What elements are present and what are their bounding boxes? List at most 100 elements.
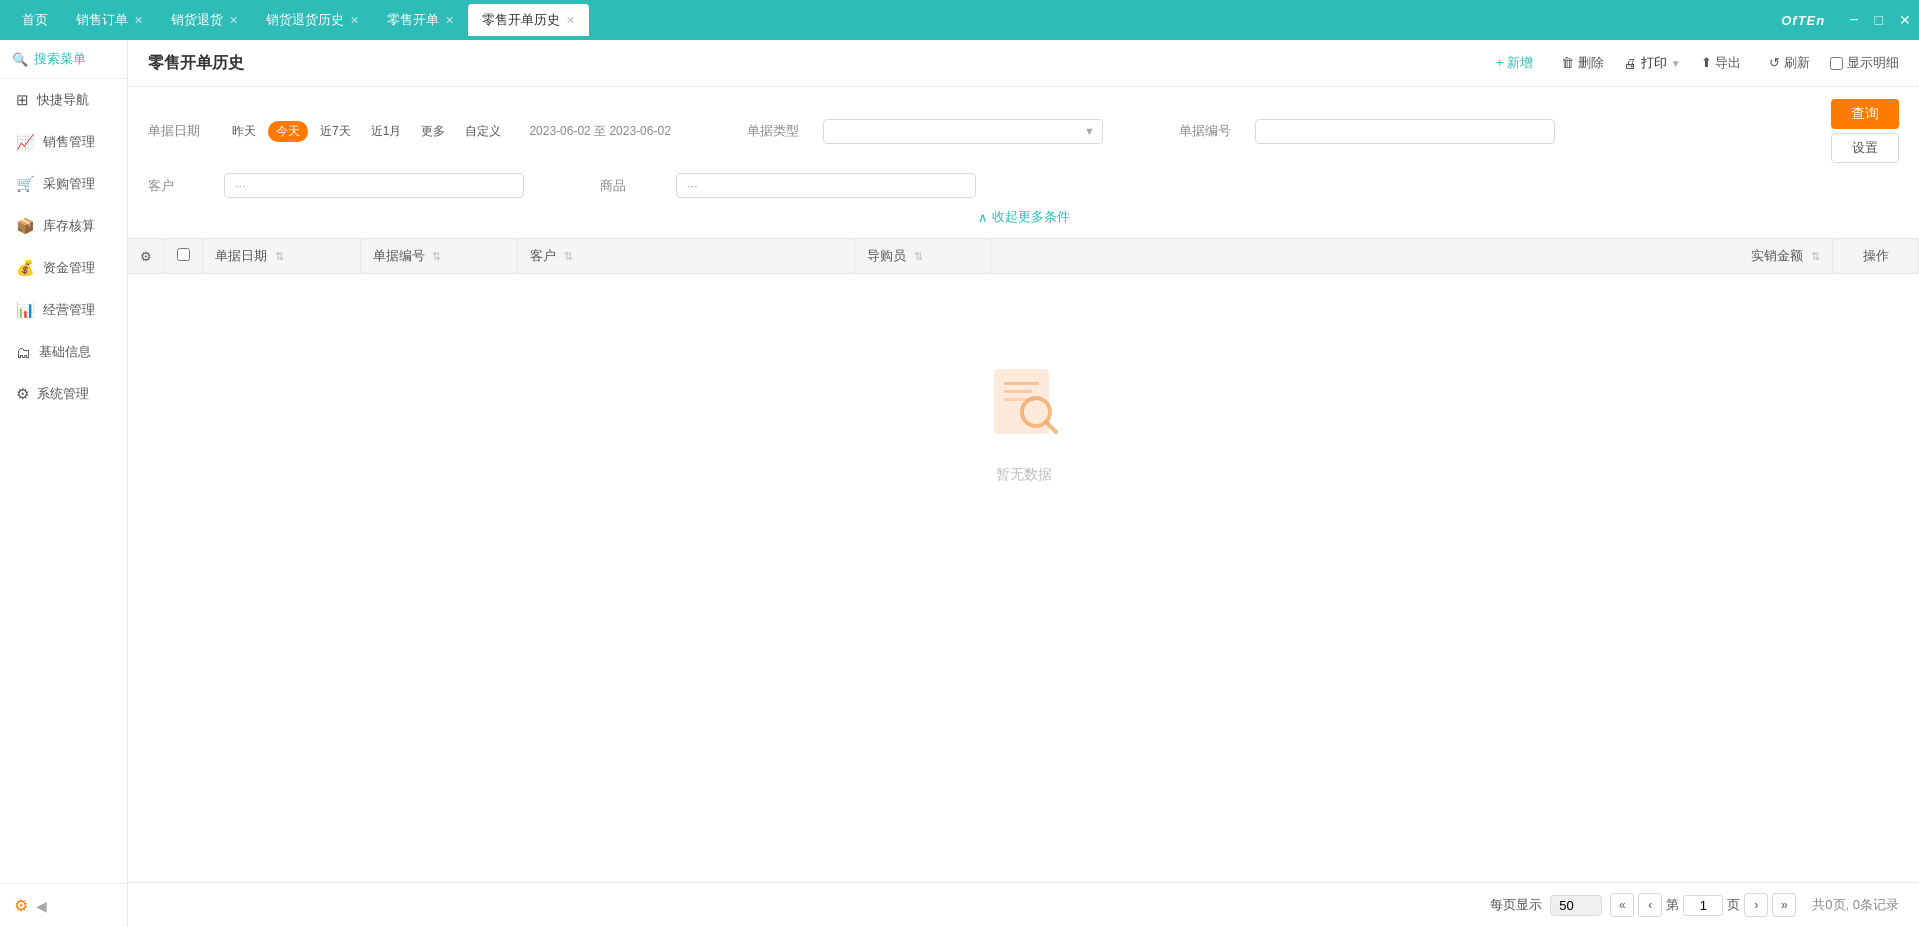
customer-filter-input[interactable]: ··· (224, 173, 524, 198)
next-page-button[interactable]: › (1744, 893, 1768, 917)
sort-date-icon: ⇅ (275, 250, 284, 262)
last-page-button[interactable]: » (1772, 893, 1796, 917)
first-page-button[interactable]: « (1610, 893, 1634, 917)
query-button[interactable]: 查询 (1831, 99, 1899, 129)
page-number-input[interactable] (1683, 895, 1723, 916)
sidebar-settings-icon[interactable]: ⚙ (14, 896, 28, 915)
tab-sales-return-history[interactable]: 销货退货历史 ✕ (252, 4, 373, 36)
window-min-btn[interactable]: − (1849, 12, 1858, 28)
close-sales-order-icon[interactable]: ✕ (134, 14, 143, 27)
type-select[interactable] (823, 119, 1103, 144)
date-filter-label: 单据日期 (148, 122, 208, 140)
page-suffix: 页 (1727, 896, 1740, 914)
th-number[interactable]: 单据编号 ⇅ (360, 239, 518, 274)
settings-button[interactable]: 设置 (1831, 133, 1899, 163)
export-button[interactable]: ⬆ 导出 (1693, 50, 1750, 76)
prev-page-button[interactable]: ‹ (1638, 893, 1662, 917)
sidebar-item-finance[interactable]: 💰 资金管理 (0, 247, 127, 289)
tab-retail-open-history[interactable]: 零售开单历史 ✕ (468, 4, 589, 36)
close-retail-open-icon[interactable]: ✕ (445, 14, 454, 27)
sidebar-item-inventory[interactable]: 📦 库存核算 (0, 205, 127, 247)
sidebar-item-label-quick-nav: 快捷导航 (37, 91, 89, 109)
th-number-label: 单据编号 (373, 248, 425, 263)
data-table: ⚙ 单据日期 ⇅ 单据编号 ⇅ (128, 239, 1919, 274)
sort-customer-icon: ⇅ (564, 250, 573, 262)
sidebar-item-purchase-mgmt[interactable]: 🛒 采购管理 (0, 163, 127, 205)
table-settings-header[interactable]: ⚙ (128, 239, 165, 274)
th-date[interactable]: 单据日期 ⇅ (203, 239, 361, 274)
query-buttons: 查询 设置 (1831, 99, 1899, 163)
tab-sales-order[interactable]: 销售订单 ✕ (62, 4, 157, 36)
date-btn-today[interactable]: 今天 (268, 121, 308, 142)
main-layout: 🔍 搜索菜单 ⊞ 快捷导航 📈 销售管理 🛒 采购管理 📦 库存核算 💰 资金管… (0, 40, 1919, 927)
table-settings-icon[interactable]: ⚙ (140, 249, 152, 264)
sidebar-item-operations[interactable]: 📊 经营管理 (0, 289, 127, 331)
th-customer[interactable]: 客户 ⇅ (518, 239, 855, 274)
per-page-label: 每页显示 (1490, 896, 1542, 914)
retail-open-history-label: 零售开单历史 (482, 11, 560, 29)
number-filter-input[interactable] (1255, 119, 1555, 144)
table-header-row: ⚙ 单据日期 ⇅ 单据编号 ⇅ (128, 239, 1919, 274)
tab-sales-return[interactable]: 销货退货 ✕ (157, 4, 252, 36)
product-filter-input[interactable]: ··· (676, 173, 976, 198)
display-detail-toggle[interactable]: 显示明细 (1830, 54, 1899, 72)
date-btn-custom[interactable]: 自定义 (457, 121, 509, 142)
th-date-label: 单据日期 (215, 248, 267, 263)
select-all-checkbox[interactable] (177, 248, 190, 261)
top-right-controls: OfTEn − □ ✕ (1781, 12, 1911, 28)
th-actions-label: 操作 (1863, 248, 1889, 263)
close-sales-return-icon[interactable]: ✕ (229, 14, 238, 27)
print-button[interactable]: 🖨 打印 ▼ (1624, 54, 1681, 72)
th-salesperson[interactable]: 导购员 ⇅ (855, 239, 991, 274)
print-label: 打印 (1641, 54, 1667, 72)
inventory-icon: 📦 (16, 217, 35, 235)
home-tab-label: 首页 (22, 11, 48, 29)
date-btn-yesterday[interactable]: 昨天 (224, 121, 264, 142)
close-retail-open-history-icon[interactable]: ✕ (566, 14, 575, 27)
sidebar-item-system[interactable]: ⚙ 系统管理 (0, 373, 127, 415)
tab-retail-open[interactable]: 零售开单 ✕ (373, 4, 468, 36)
close-sales-return-history-icon[interactable]: ✕ (350, 14, 359, 27)
window-max-btn[interactable]: □ (1875, 13, 1883, 27)
sidebar-item-quick-nav[interactable]: ⊞ 快捷导航 (0, 79, 127, 121)
empty-state: 暂无数据 (128, 274, 1919, 564)
page-navigation: « ‹ 第 页 › » (1610, 893, 1796, 917)
filter-row-2: 客户 ··· 商品 ··· (148, 173, 1899, 198)
th-customer-label: 客户 (530, 248, 556, 263)
add-button[interactable]: + 新增 (1488, 50, 1541, 76)
purchase-mgmt-icon: 🛒 (16, 175, 35, 193)
tab-home[interactable]: 首页 (8, 4, 62, 36)
basic-info-icon: 🗂 (16, 344, 31, 361)
sidebar-item-label-operations: 经营管理 (43, 301, 95, 319)
page-header: 零售开单历史 + 新增 🗑 删除 🖨 打印 ▼ ⬆ 导出 ↺ 刷新 显示明细 (128, 40, 1919, 87)
customer-dots-icon: ··· (235, 178, 246, 193)
window-close-btn[interactable]: ✕ (1899, 13, 1911, 27)
delete-button[interactable]: 🗑 删除 (1553, 50, 1612, 76)
collapse-filter-label: 收起更多条件 (992, 208, 1070, 226)
svg-rect-2 (1004, 390, 1032, 393)
table-checkbox-header[interactable] (165, 239, 203, 274)
sidebar-item-sales-mgmt[interactable]: 📈 销售管理 (0, 121, 127, 163)
sales-return-history-label: 销货退货历史 (266, 11, 344, 29)
per-page-select[interactable]: 10 20 50 100 (1550, 895, 1602, 916)
refresh-button[interactable]: ↺ 刷新 (1761, 50, 1818, 76)
display-detail-checkbox[interactable] (1830, 57, 1843, 70)
date-btn-more[interactable]: 更多 (413, 121, 453, 142)
sidebar-item-basic-info[interactable]: 🗂 基础信息 (0, 331, 127, 373)
search-icon: 🔍 (12, 52, 28, 67)
sidebar-search[interactable]: 🔍 搜索菜单 (0, 40, 127, 79)
date-range-text: 2023-06-02 至 2023-06-02 (529, 123, 670, 140)
product-filter-label: 商品 (600, 177, 660, 195)
customer-filter-label: 客户 (148, 177, 208, 195)
sidebar-item-label-finance: 资金管理 (43, 259, 95, 277)
th-actions: 操作 (1833, 239, 1919, 274)
sort-amount-icon: ⇅ (1811, 250, 1820, 262)
collapse-filter-button[interactable]: ∧ 收起更多条件 (148, 208, 1899, 226)
sales-mgmt-icon: 📈 (16, 133, 35, 151)
sidebar-collapse-icon[interactable]: ◀ (36, 898, 47, 914)
th-amount[interactable]: 实销金额 ⇅ (990, 239, 1832, 274)
product-dots-icon: ··· (687, 178, 698, 193)
finance-icon: 💰 (16, 259, 35, 277)
date-btn-1month[interactable]: 近1月 (363, 121, 410, 142)
date-btn-7days[interactable]: 近7天 (312, 121, 359, 142)
